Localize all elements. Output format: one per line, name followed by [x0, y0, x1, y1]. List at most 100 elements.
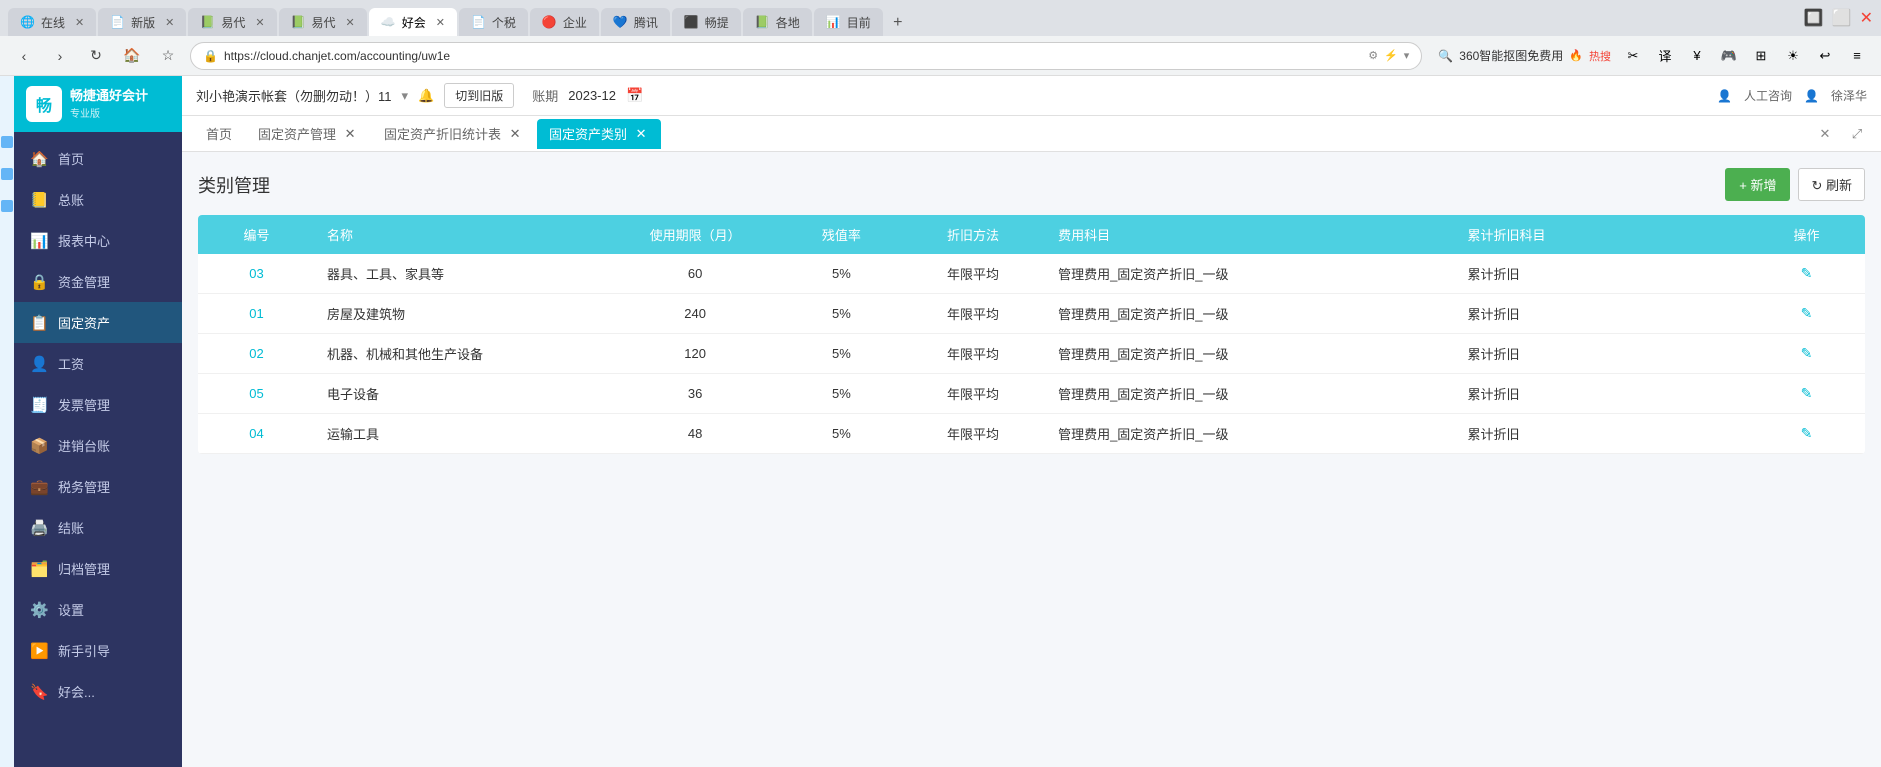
- tab-close-3[interactable]: ✕: [346, 16, 355, 29]
- notification-icon[interactable]: 🔔: [418, 88, 434, 104]
- minimize-icon[interactable]: 🔲: [1804, 8, 1824, 28]
- edit-icon-2[interactable]: ✎: [1801, 345, 1813, 361]
- browser-tab-8[interactable]: ⬛ 畅提: [672, 8, 741, 36]
- browser-tab-7[interactable]: 💙 腾讯: [601, 8, 670, 36]
- restore-icon[interactable]: ⬜: [1832, 8, 1852, 28]
- tab-fixed-asset-mgmt[interactable]: 固定资产管理 ✕: [246, 119, 370, 149]
- close-window-icon[interactable]: ✕: [1860, 8, 1873, 28]
- table-header: 编号 名称 使用期限（月） 残值率 折旧方法 费用科目 累计折旧科目 操作: [198, 215, 1865, 254]
- edit-icon-0[interactable]: ✎: [1801, 265, 1813, 281]
- tab-asset-category-close[interactable]: ✕: [633, 126, 649, 142]
- edit-icon-1[interactable]: ✎: [1801, 305, 1813, 321]
- salary-icon: 👤: [30, 355, 48, 373]
- tab-close-0[interactable]: ✕: [75, 16, 84, 29]
- left-panel: [0, 76, 14, 767]
- sidebar-item-reports[interactable]: 📊 报表中心: [14, 220, 182, 261]
- tab-asset-category[interactable]: 固定资产类别 ✕: [537, 119, 661, 149]
- tab-close-window-button[interactable]: ✕: [1813, 122, 1837, 146]
- logo-text-container: 畅捷通好会计 专业版: [70, 88, 148, 120]
- sidebar-item-checkout[interactable]: 🖨️ 结账: [14, 507, 182, 548]
- cell-code-1[interactable]: 01: [198, 294, 315, 334]
- browser-tab-3[interactable]: 📗 易代 ✕: [279, 8, 367, 36]
- left-panel-icon-2[interactable]: [1, 168, 13, 180]
- scissors-icon[interactable]: ✂: [1619, 42, 1647, 70]
- cell-method-0: 年限平均: [900, 254, 1046, 294]
- tab-home[interactable]: 首页: [194, 119, 244, 149]
- switch-version-button[interactable]: 切到旧版: [444, 83, 514, 108]
- browser-tab-4[interactable]: ☁️ 好会 ✕: [369, 8, 457, 36]
- home-button[interactable]: 🏠: [118, 42, 146, 70]
- cell-code-4[interactable]: 04: [198, 414, 315, 454]
- address-dropdown-icon[interactable]: ▾: [1404, 49, 1410, 62]
- back-button[interactable]: ‹: [10, 42, 38, 70]
- sidebar-item-purchase-sales[interactable]: 📦 进销台账: [14, 425, 182, 466]
- tab-depreciation-stats-close[interactable]: ✕: [507, 126, 523, 142]
- left-panel-icon-3[interactable]: [1, 200, 13, 212]
- currency-icon[interactable]: ¥: [1683, 42, 1711, 70]
- calendar-icon[interactable]: 📅: [626, 87, 643, 104]
- sidebar-item-funds[interactable]: 🔒 资金管理: [14, 261, 182, 302]
- browser-tab-2[interactable]: 📗 易代 ✕: [188, 8, 276, 36]
- add-button[interactable]: + 新增: [1725, 168, 1790, 201]
- browser-tab-10[interactable]: 📊 目前: [814, 8, 883, 36]
- forward-button[interactable]: ›: [46, 42, 74, 70]
- search-bar[interactable]: 🔍 360智能抠图免费用 🔥 热搜: [1438, 47, 1611, 64]
- cell-edit-3[interactable]: ✎: [1748, 374, 1865, 414]
- grid-icon[interactable]: ⊞: [1747, 42, 1775, 70]
- sidebar-item-more[interactable]: 🔖 好会...: [14, 671, 182, 712]
- address-text: https://cloud.chanjet.com/accounting/uw1…: [224, 49, 1362, 63]
- edit-icon-4[interactable]: ✎: [1801, 425, 1813, 441]
- left-panel-icon-1[interactable]: [1, 136, 13, 148]
- dropdown-arrow-icon[interactable]: ▾: [402, 88, 409, 104]
- bookmark-button[interactable]: ☆: [154, 42, 182, 70]
- edit-icon-3[interactable]: ✎: [1801, 385, 1813, 401]
- cell-code-0[interactable]: 03: [198, 254, 315, 294]
- period-value: 2023-12: [568, 88, 616, 103]
- sidebar-label-salary: 工资: [58, 354, 84, 373]
- sidebar-item-home[interactable]: 🏠 首页: [14, 138, 182, 179]
- table-row: 03 器具、工具、家具等 60 5% 年限平均 管理费用_固定资产折旧_一级 累…: [198, 254, 1865, 294]
- game-icon[interactable]: 🎮: [1715, 42, 1743, 70]
- cell-edit-4[interactable]: ✎: [1748, 414, 1865, 454]
- cell-edit-2[interactable]: ✎: [1748, 334, 1865, 374]
- browser-tab-9[interactable]: 📗 各地: [743, 8, 812, 36]
- cell-edit-1[interactable]: ✎: [1748, 294, 1865, 334]
- tab-close-4[interactable]: ✕: [436, 16, 445, 29]
- browser-tab-5[interactable]: 📄 个税: [459, 8, 528, 36]
- cell-code-2[interactable]: 02: [198, 334, 315, 374]
- tab-favicon-0: 🌐: [20, 15, 35, 29]
- sun-icon[interactable]: ☀: [1779, 42, 1807, 70]
- translate-icon[interactable]: 译: [1651, 42, 1679, 70]
- cell-edit-0[interactable]: ✎: [1748, 254, 1865, 294]
- sidebar-item-guide[interactable]: ▶️ 新手引导: [14, 630, 182, 671]
- tax-icon: 💼: [30, 478, 48, 496]
- sidebar-item-invoices[interactable]: 🧾 发票管理: [14, 384, 182, 425]
- refresh-button[interactable]: ↻ 刷新: [1798, 168, 1865, 201]
- tab-maximize-button[interactable]: ⤢: [1845, 122, 1869, 146]
- help-label[interactable]: 人工咨询: [1744, 87, 1792, 104]
- new-tab-button[interactable]: +: [885, 10, 911, 36]
- browser-tab-0[interactable]: 🌐 在线 ✕: [8, 8, 96, 36]
- sidebar-item-settings[interactable]: ⚙️ 设置: [14, 589, 182, 630]
- menu-icon[interactable]: ≡: [1843, 42, 1871, 70]
- sidebar-item-ledger[interactable]: 📒 总账: [14, 179, 182, 220]
- cell-code-3[interactable]: 05: [198, 374, 315, 414]
- sidebar-item-fixed-assets[interactable]: 📋 固定资产: [14, 302, 182, 343]
- tab-favicon-3: 📗: [291, 15, 306, 29]
- browser-tab-1[interactable]: 📄 新版 ✕: [98, 8, 186, 36]
- sidebar-item-archive[interactable]: 🗂️ 归档管理: [14, 548, 182, 589]
- address-bar[interactable]: 🔒 https://cloud.chanjet.com/accounting/u…: [190, 42, 1422, 70]
- back2-icon[interactable]: ↩: [1811, 42, 1839, 70]
- tab-fixed-asset-mgmt-close[interactable]: ✕: [342, 126, 358, 142]
- more-icon: 🔖: [30, 683, 48, 701]
- cell-method-1: 年限平均: [900, 294, 1046, 334]
- user-avatar-icon: 👤: [1804, 89, 1819, 103]
- tab-close-1[interactable]: ✕: [165, 16, 174, 29]
- tab-depreciation-stats[interactable]: 固定资产折旧统计表 ✕: [372, 119, 535, 149]
- sidebar-item-salary[interactable]: 👤 工资: [14, 343, 182, 384]
- sidebar-item-tax[interactable]: 💼 税务管理: [14, 466, 182, 507]
- app-header: 刘小艳演示帐套（勿删勿动！）11 ▾ 🔔 切到旧版 账期 2023-12 📅 👤…: [182, 76, 1881, 116]
- browser-tab-6[interactable]: 🔴 企业: [530, 8, 599, 36]
- tab-close-2[interactable]: ✕: [255, 16, 264, 29]
- reload-button[interactable]: ↻: [82, 42, 110, 70]
